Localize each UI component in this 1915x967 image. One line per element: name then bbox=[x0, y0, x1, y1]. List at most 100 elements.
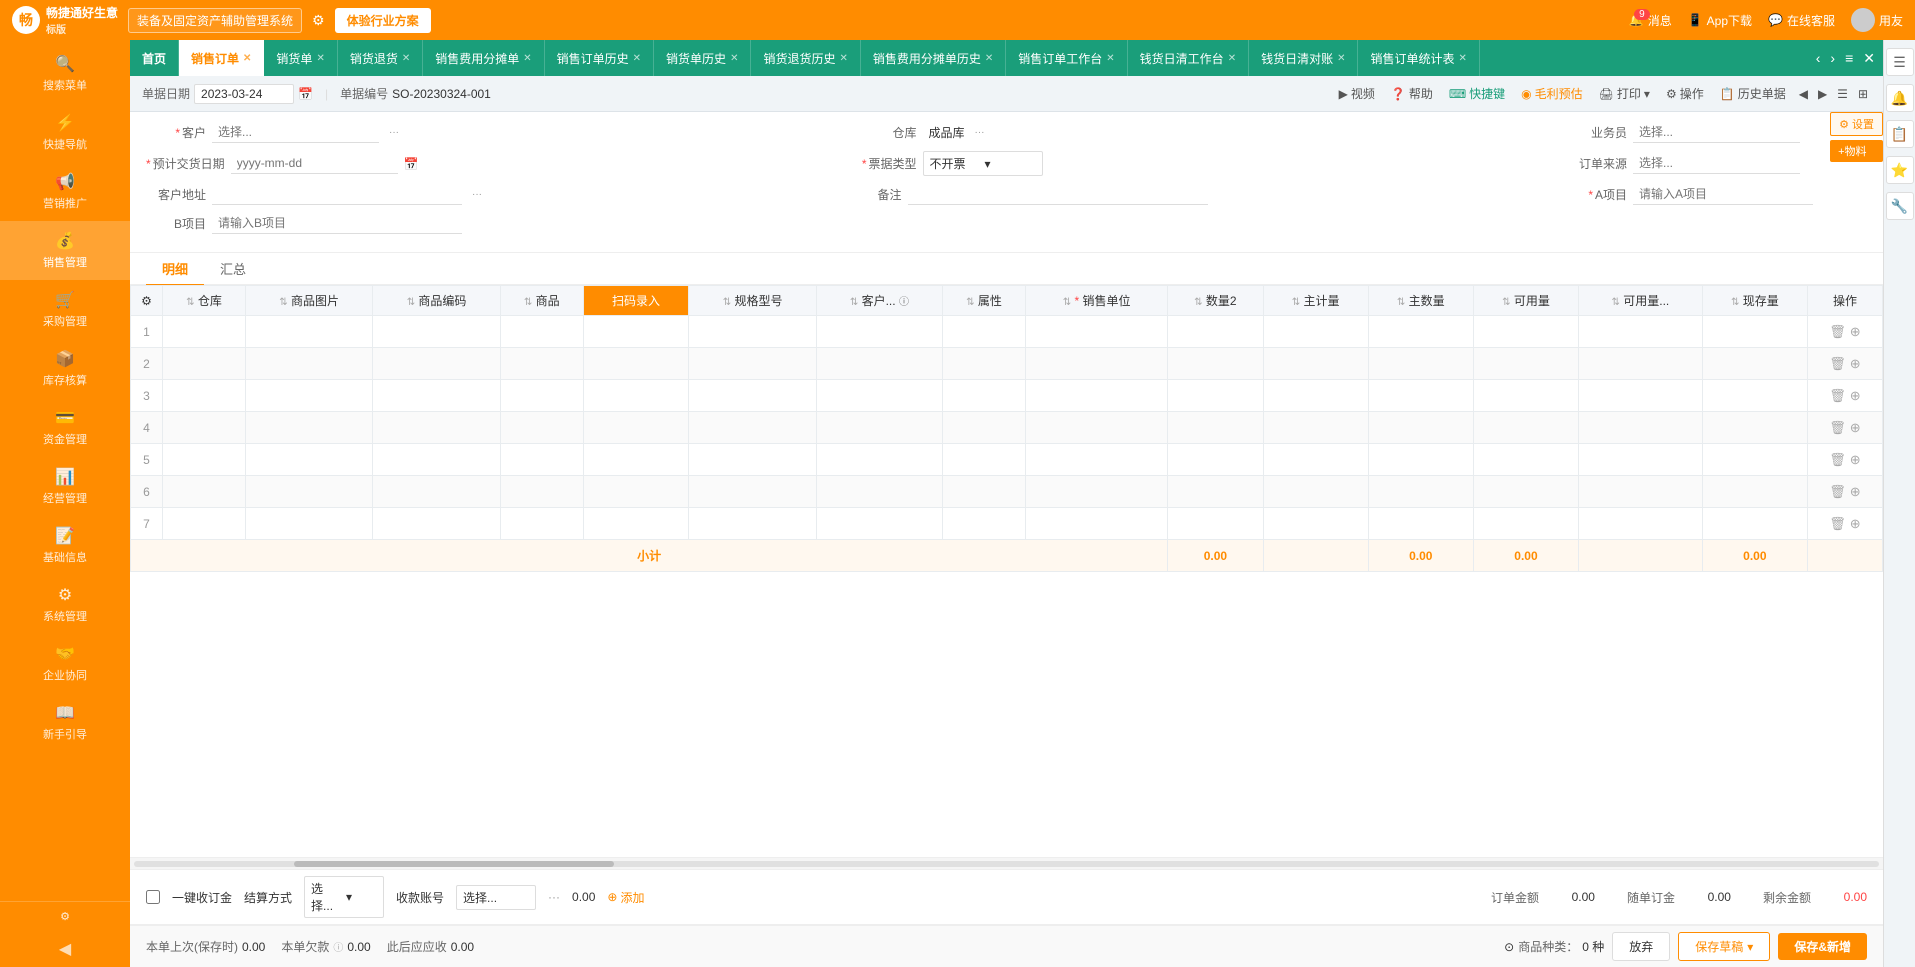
row-product-img[interactable] bbox=[245, 476, 372, 508]
row-main-unit[interactable] bbox=[1263, 348, 1368, 380]
sidebar-item-system[interactable]: ⚙ 系统管理 bbox=[0, 575, 130, 634]
scrollbar-area[interactable] bbox=[130, 858, 1883, 870]
row-delete-icon[interactable]: 🗑 bbox=[1829, 324, 1846, 340]
tab-close-fee-history[interactable]: ✕ bbox=[985, 53, 993, 64]
project-b-input[interactable] bbox=[212, 213, 462, 234]
th-available2[interactable]: ⇅ 可用量... bbox=[1579, 286, 1703, 316]
row-attributes[interactable] bbox=[943, 508, 1026, 540]
save-draft-btn[interactable]: 保存草稿 ▾ bbox=[1678, 932, 1770, 961]
row-current-stock[interactable] bbox=[1702, 444, 1807, 476]
row-copy-icon[interactable]: ⊕ bbox=[1850, 484, 1861, 500]
sidebar-item-marketing[interactable]: 📢 营销推广 bbox=[0, 162, 130, 221]
row-copy-icon[interactable]: ⊕ bbox=[1850, 516, 1861, 532]
row-delete-icon[interactable]: 🗑 bbox=[1829, 420, 1846, 436]
notification-bell[interactable]: 🔔 9 消息 bbox=[1629, 12, 1672, 29]
prev-record-btn[interactable]: ◀ bbox=[1796, 84, 1811, 104]
row-scan[interactable] bbox=[583, 508, 689, 540]
row-spec[interactable] bbox=[689, 476, 816, 508]
profit-btn[interactable]: ◉ 毛利预估 bbox=[1515, 83, 1589, 104]
tab-sales-fee[interactable]: 销售费用分摊单 ✕ bbox=[423, 40, 544, 76]
row-attributes[interactable] bbox=[943, 380, 1026, 412]
th-spec[interactable]: ⇅ 规格型号 bbox=[689, 286, 816, 316]
row-current-stock[interactable] bbox=[1702, 380, 1807, 412]
row-copy-icon[interactable]: ⊕ bbox=[1850, 324, 1861, 340]
sidebar-item-purchase[interactable]: 🛒 采购管理 bbox=[0, 280, 130, 339]
row-product-img[interactable] bbox=[245, 508, 372, 540]
row-current-stock[interactable] bbox=[1702, 476, 1807, 508]
sidebar-item-operations[interactable]: 📊 经营管理 bbox=[0, 457, 130, 516]
row-scan[interactable] bbox=[583, 316, 689, 348]
tab-fee-history[interactable]: 销售费用分摊单历史 ✕ bbox=[861, 40, 1006, 76]
customer-input[interactable] bbox=[212, 122, 379, 143]
user-menu[interactable]: 用友 bbox=[1851, 8, 1903, 32]
scrollbar-thumb[interactable] bbox=[294, 861, 614, 867]
row-product-img[interactable] bbox=[245, 412, 372, 444]
th-qty2[interactable]: ⇅ 数量2 bbox=[1168, 286, 1263, 316]
app-download-link[interactable]: 📱 App下载 bbox=[1688, 12, 1752, 29]
row-main-qty[interactable] bbox=[1368, 508, 1473, 540]
row-main-qty[interactable] bbox=[1368, 348, 1473, 380]
row-product[interactable] bbox=[500, 380, 583, 412]
help-btn[interactable]: ❓ 帮助 bbox=[1385, 83, 1439, 104]
th-warehouse[interactable]: ⇅ 仓库 bbox=[163, 286, 246, 316]
row-spec[interactable] bbox=[689, 348, 816, 380]
th-scan[interactable]: 扫码录入 bbox=[583, 286, 689, 316]
account-dots[interactable]: ··· bbox=[548, 890, 560, 904]
date-input[interactable] bbox=[194, 84, 294, 104]
delivery-input[interactable] bbox=[231, 153, 398, 174]
sidebar-item-sales[interactable]: 💰 销售管理 bbox=[0, 221, 130, 280]
row-available[interactable] bbox=[1473, 348, 1578, 380]
row-product-code[interactable] bbox=[373, 316, 500, 348]
notes-input[interactable] bbox=[908, 184, 1208, 205]
row-available[interactable] bbox=[1473, 380, 1578, 412]
row-warehouse[interactable] bbox=[163, 476, 246, 508]
system-name[interactable]: 装备及固定资产辅助管理系统 bbox=[128, 8, 302, 33]
tab-prev-btn[interactable]: ‹ bbox=[1812, 48, 1825, 68]
tab-invoice-history[interactable]: 销货单历史 ✕ bbox=[654, 40, 751, 76]
row-copy-icon[interactable]: ⊕ bbox=[1850, 388, 1861, 404]
row-spec[interactable] bbox=[689, 412, 816, 444]
history-btn[interactable]: 📋 历史单据 bbox=[1714, 83, 1792, 104]
discard-btn[interactable]: 放弃 bbox=[1612, 932, 1670, 961]
row-warehouse[interactable] bbox=[163, 412, 246, 444]
scrollbar-track[interactable] bbox=[134, 861, 1879, 867]
row-available[interactable] bbox=[1473, 316, 1578, 348]
th-product-code[interactable]: ⇅ 商品编码 bbox=[373, 286, 500, 316]
row-product[interactable] bbox=[500, 348, 583, 380]
sidebar-item-finance[interactable]: 💳 资金管理 bbox=[0, 398, 130, 457]
sidebar-collapse-btn[interactable]: ◀ bbox=[0, 931, 130, 967]
online-service-link[interactable]: 💬 在线客服 bbox=[1768, 12, 1835, 29]
row-attributes[interactable] bbox=[943, 348, 1026, 380]
right-panel-icon-5[interactable]: 🔧 bbox=[1886, 192, 1914, 220]
row-attributes[interactable] bbox=[943, 476, 1026, 508]
row-qty2[interactable] bbox=[1168, 508, 1263, 540]
row-available2[interactable] bbox=[1579, 380, 1703, 412]
save-new-btn[interactable]: 保存&新增 bbox=[1778, 933, 1867, 960]
th-main-qty[interactable]: ⇅ 主数量 bbox=[1368, 286, 1473, 316]
th-available[interactable]: ⇅ 可用量 bbox=[1473, 286, 1578, 316]
row-qty2[interactable] bbox=[1168, 316, 1263, 348]
th-main-unit[interactable]: ⇅ 主计量 bbox=[1263, 286, 1368, 316]
tab-close-cash-workbench[interactable]: ✕ bbox=[1228, 53, 1236, 64]
settings-icon[interactable]: ⚙ bbox=[312, 12, 325, 29]
row-delete-icon[interactable]: 🗑 bbox=[1829, 388, 1846, 404]
row-attributes[interactable] bbox=[943, 444, 1026, 476]
row-main-unit[interactable] bbox=[1263, 316, 1368, 348]
tab-order-history[interactable]: 销售订单历史 ✕ bbox=[545, 40, 654, 76]
right-panel-icon-2[interactable]: 🔔 bbox=[1886, 84, 1914, 112]
sidebar-item-guide[interactable]: 📖 新手引导 bbox=[0, 693, 130, 752]
row-product-code[interactable] bbox=[373, 412, 500, 444]
order-source-input[interactable] bbox=[1633, 153, 1800, 174]
row-spec[interactable] bbox=[689, 508, 816, 540]
row-available2[interactable] bbox=[1579, 316, 1703, 348]
row-current-stock[interactable] bbox=[1702, 412, 1807, 444]
row-available2[interactable] bbox=[1579, 348, 1703, 380]
th-attributes[interactable]: ⇅ 属性 bbox=[943, 286, 1026, 316]
account-select[interactable]: 选择... bbox=[456, 885, 536, 910]
row-delete-icon[interactable]: 🗑 bbox=[1829, 452, 1846, 468]
row-main-unit[interactable] bbox=[1263, 444, 1368, 476]
row-attributes[interactable] bbox=[943, 412, 1026, 444]
row-customer-code[interactable] bbox=[816, 444, 942, 476]
row-product[interactable] bbox=[500, 316, 583, 348]
row-product[interactable] bbox=[500, 444, 583, 476]
